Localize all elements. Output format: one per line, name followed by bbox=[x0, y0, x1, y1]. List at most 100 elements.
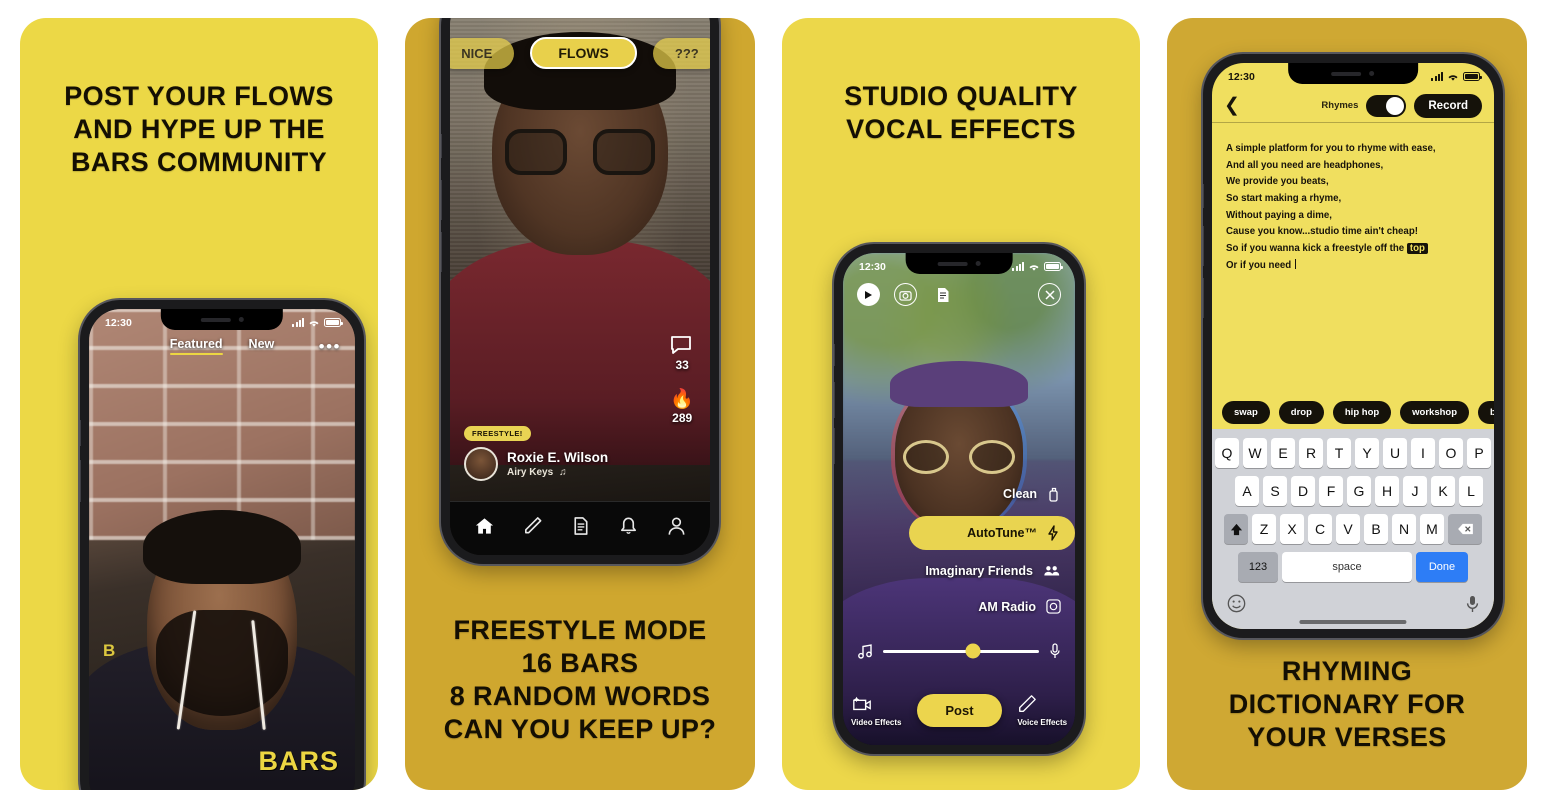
phone-volume-up bbox=[834, 382, 835, 418]
key-b[interactable]: B bbox=[1364, 514, 1388, 544]
word-chip-unknown[interactable]: ??? bbox=[652, 37, 710, 69]
rhymes-toggle[interactable] bbox=[1366, 94, 1407, 117]
key-d[interactable]: D bbox=[1291, 476, 1315, 506]
slider-thumb[interactable] bbox=[965, 643, 981, 659]
chip-hip-hop[interactable]: hip hop bbox=[1332, 401, 1392, 424]
phone-notch bbox=[1288, 63, 1418, 84]
space-key[interactable]: space bbox=[1282, 552, 1412, 582]
username[interactable]: Roxie E. Wilson bbox=[507, 450, 608, 465]
user-row[interactable]: Roxie E. Wilson Airy Keys ♫ bbox=[464, 447, 608, 481]
cellular-signal-icon bbox=[1431, 72, 1443, 81]
track-row[interactable]: Airy Keys ♫ bbox=[507, 467, 608, 478]
chip-workshop[interactable]: workshop bbox=[1400, 401, 1470, 424]
key-z[interactable]: Z bbox=[1252, 514, 1276, 544]
key-u[interactable]: U bbox=[1383, 438, 1407, 468]
key-r[interactable]: R bbox=[1299, 438, 1323, 468]
video-effects-button[interactable]: Video Effects bbox=[851, 694, 901, 727]
wifi-icon bbox=[1029, 264, 1039, 271]
front-camera bbox=[238, 317, 244, 322]
lyric-text: Or if you need bbox=[1226, 259, 1294, 271]
panel-vocal-effects: STUDIO QUALITY VOCAL EFFECTS 12:30 Clean… bbox=[782, 18, 1140, 790]
lyric-line: And all you need are headphones, bbox=[1226, 159, 1384, 171]
lyrics-text-area[interactable]: A simple platform for you to rhyme with … bbox=[1226, 141, 1484, 275]
key-j[interactable]: J bbox=[1403, 476, 1427, 506]
comment-icon bbox=[671, 336, 692, 354]
key-n[interactable]: N bbox=[1392, 514, 1416, 544]
fire-group[interactable]: 🔥 289 bbox=[670, 390, 694, 425]
ios-keyboard: Q W E R T Y U I O P A S D F G H J K L Z … bbox=[1212, 429, 1494, 629]
key-o[interactable]: O bbox=[1439, 438, 1463, 468]
document-icon[interactable] bbox=[931, 283, 954, 306]
nav-pencil-icon[interactable] bbox=[522, 516, 543, 536]
numbers-key[interactable]: 123 bbox=[1238, 552, 1278, 582]
key-v[interactable]: V bbox=[1336, 514, 1360, 544]
effect-autotune[interactable]: AutoTune™ bbox=[909, 516, 1075, 551]
chip-drop[interactable]: drop bbox=[1278, 401, 1324, 424]
status-indicators bbox=[1012, 262, 1063, 272]
key-e[interactable]: E bbox=[1271, 438, 1295, 468]
more-options-icon[interactable]: ••• bbox=[319, 338, 341, 355]
key-p[interactable]: P bbox=[1467, 438, 1491, 468]
camera-flip-icon[interactable] bbox=[894, 283, 917, 306]
shift-icon[interactable] bbox=[1224, 514, 1248, 544]
nav-person-icon[interactable] bbox=[666, 516, 687, 536]
word-chip-flows[interactable]: FLOWS bbox=[530, 37, 637, 69]
effect-am-radio[interactable]: AM Radio bbox=[843, 592, 1075, 621]
key-a[interactable]: A bbox=[1235, 476, 1259, 506]
key-l[interactable]: L bbox=[1459, 476, 1483, 506]
tab-featured[interactable]: Featured bbox=[169, 337, 223, 355]
key-m[interactable]: M bbox=[1420, 514, 1444, 544]
key-x[interactable]: X bbox=[1280, 514, 1304, 544]
avatar[interactable] bbox=[464, 447, 498, 481]
keyboard-row-4: 123 space Done bbox=[1215, 552, 1491, 582]
key-k[interactable]: K bbox=[1431, 476, 1455, 506]
person-beard bbox=[156, 610, 288, 717]
dictate-microphone-icon[interactable] bbox=[1466, 595, 1479, 613]
bolt-icon bbox=[1048, 525, 1058, 542]
panel-1-headline: POST YOUR FLOWS AND HYPE UP THE BARS COM… bbox=[64, 81, 334, 177]
key-h[interactable]: H bbox=[1375, 476, 1399, 506]
effect-clean[interactable]: Clean bbox=[843, 479, 1075, 509]
key-t[interactable]: T bbox=[1327, 438, 1351, 468]
key-s[interactable]: S bbox=[1263, 476, 1287, 506]
panel-2-headline: FREESTYLE MODE 16 BARS 8 RANDOM WORDS CA… bbox=[443, 615, 717, 745]
phone-mockup-1: BARS B 12:30 Featured New ••• bbox=[80, 300, 364, 790]
effect-label: AM Radio bbox=[978, 599, 1036, 614]
phone-mockup-4: 12:30 ❮ Rhymes Record A simple platform bbox=[1203, 54, 1503, 638]
voice-effects-button[interactable]: Voice Effects bbox=[1017, 694, 1067, 727]
done-key[interactable]: Done bbox=[1416, 552, 1468, 582]
slider-track[interactable] bbox=[883, 643, 1039, 659]
key-i[interactable]: I bbox=[1411, 438, 1435, 468]
key-q[interactable]: Q bbox=[1215, 438, 1239, 468]
key-g[interactable]: G bbox=[1347, 476, 1371, 506]
phone-side-button bbox=[1203, 184, 1204, 208]
chip-partial[interactable]: b bbox=[1478, 401, 1494, 424]
key-c[interactable]: C bbox=[1308, 514, 1332, 544]
backspace-icon[interactable] bbox=[1448, 514, 1482, 544]
tab-new[interactable]: New bbox=[249, 337, 275, 355]
chevron-left-icon[interactable]: ❮ bbox=[1224, 96, 1240, 115]
effect-imaginary-friends[interactable]: Imaginary Friends bbox=[843, 557, 1075, 585]
speaker-grille bbox=[1331, 71, 1362, 76]
mix-slider[interactable] bbox=[857, 643, 1061, 659]
comment-group[interactable]: 33 bbox=[670, 335, 694, 372]
key-w[interactable]: W bbox=[1243, 438, 1267, 468]
phone-volume-down bbox=[1203, 278, 1204, 318]
selected-word[interactable]: top bbox=[1406, 243, 1428, 255]
phone-screen-4: 12:30 ❮ Rhymes Record A simple platform bbox=[1212, 63, 1494, 629]
key-f[interactable]: F bbox=[1319, 476, 1343, 506]
post-button[interactable]: Post bbox=[917, 694, 1002, 727]
nav-home-icon[interactable] bbox=[474, 516, 495, 536]
word-chip-nice[interactable]: NICE bbox=[450, 37, 515, 69]
close-icon[interactable] bbox=[1038, 283, 1061, 306]
nav-bell-icon[interactable] bbox=[618, 516, 639, 536]
status-time: 12:30 bbox=[1228, 70, 1255, 83]
effect-label: AutoTune™ bbox=[967, 526, 1037, 541]
play-icon[interactable] bbox=[857, 283, 880, 306]
chip-swap[interactable]: swap bbox=[1222, 401, 1270, 424]
fire-count: 289 bbox=[672, 411, 693, 425]
emoji-icon[interactable] bbox=[1227, 594, 1246, 613]
record-button[interactable]: Record bbox=[1414, 93, 1482, 118]
nav-document-icon[interactable] bbox=[570, 516, 591, 536]
key-y[interactable]: Y bbox=[1355, 438, 1379, 468]
